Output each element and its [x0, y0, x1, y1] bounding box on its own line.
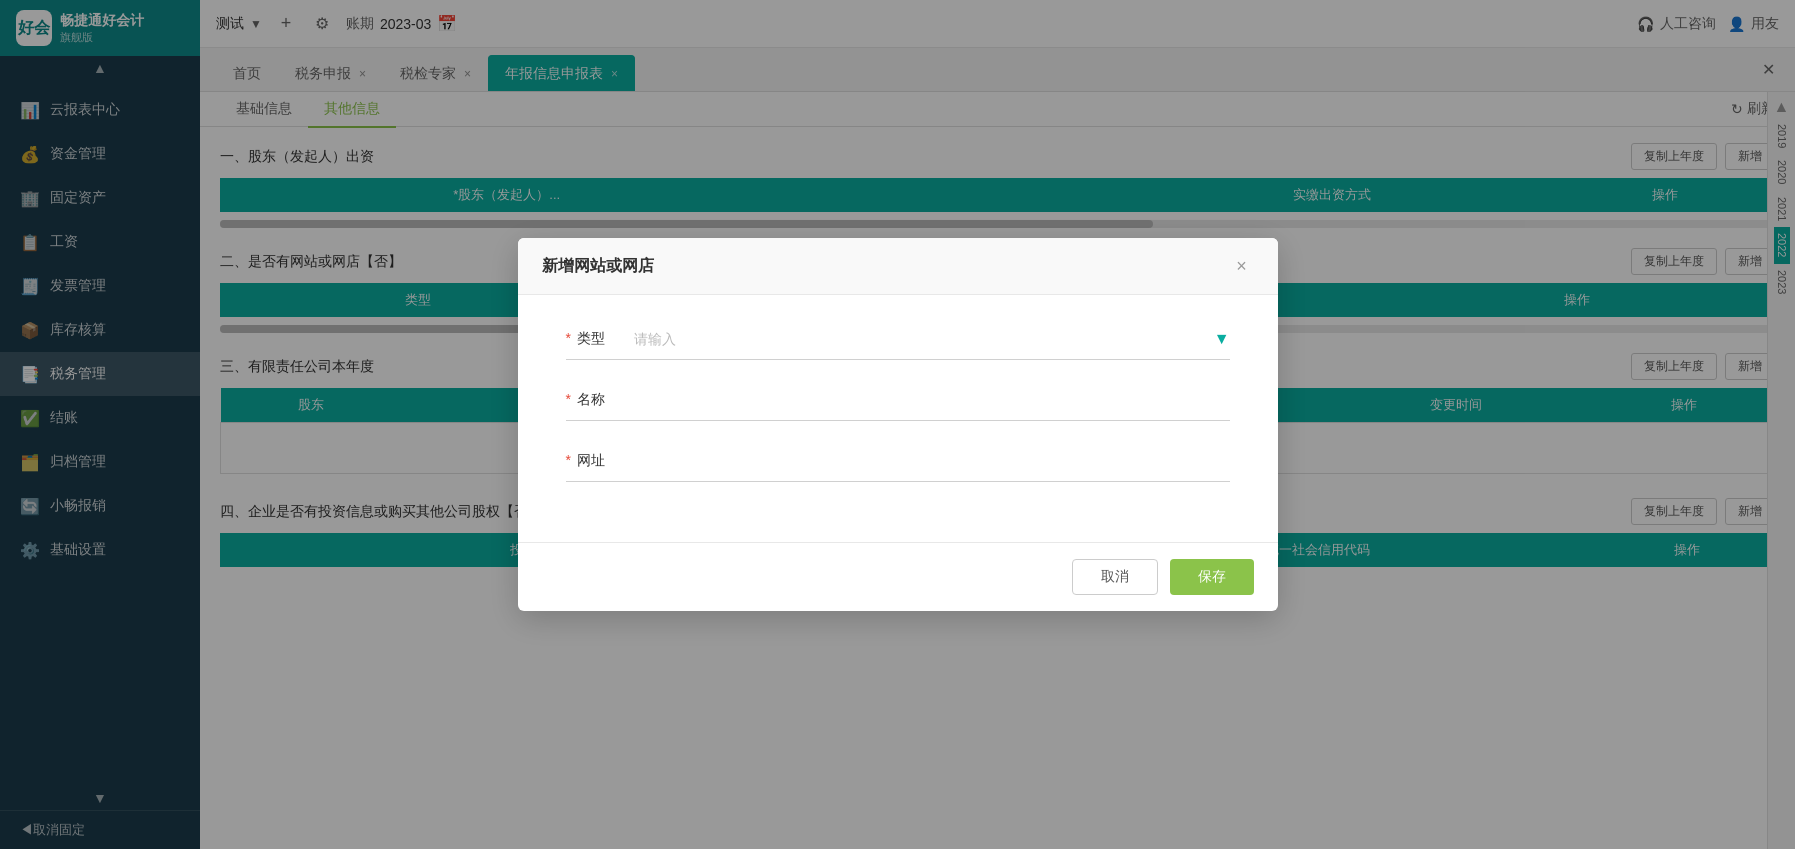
form-label-type: * 类型 — [566, 330, 626, 348]
form-label-name: * 名称 — [566, 391, 626, 409]
dialog-close-button[interactable]: × — [1230, 254, 1254, 278]
dialog-body: * 类型 ▼ * 名称 * 网址 — [518, 295, 1278, 542]
add-website-dialog: 新增网站或网店 × * 类型 ▼ * 名称 — [518, 238, 1278, 611]
name-input[interactable] — [626, 388, 1230, 412]
type-dropdown-arrow[interactable]: ▼ — [1214, 330, 1230, 348]
type-input[interactable] — [626, 327, 1214, 351]
url-input[interactable] — [626, 449, 1230, 473]
dialog-footer: 取消 保存 — [518, 542, 1278, 611]
modal-overlay[interactable]: 新增网站或网店 × * 类型 ▼ * 名称 — [0, 0, 1795, 849]
form-field-url: * 网址 — [566, 449, 1230, 482]
dialog-header: 新增网站或网店 × — [518, 238, 1278, 295]
form-field-name: * 名称 — [566, 388, 1230, 421]
form-label-url: * 网址 — [566, 452, 626, 470]
save-button[interactable]: 保存 — [1170, 559, 1254, 595]
cancel-button[interactable]: 取消 — [1072, 559, 1158, 595]
dialog-title: 新增网站或网店 — [542, 256, 654, 277]
form-field-type: * 类型 ▼ — [566, 327, 1230, 360]
